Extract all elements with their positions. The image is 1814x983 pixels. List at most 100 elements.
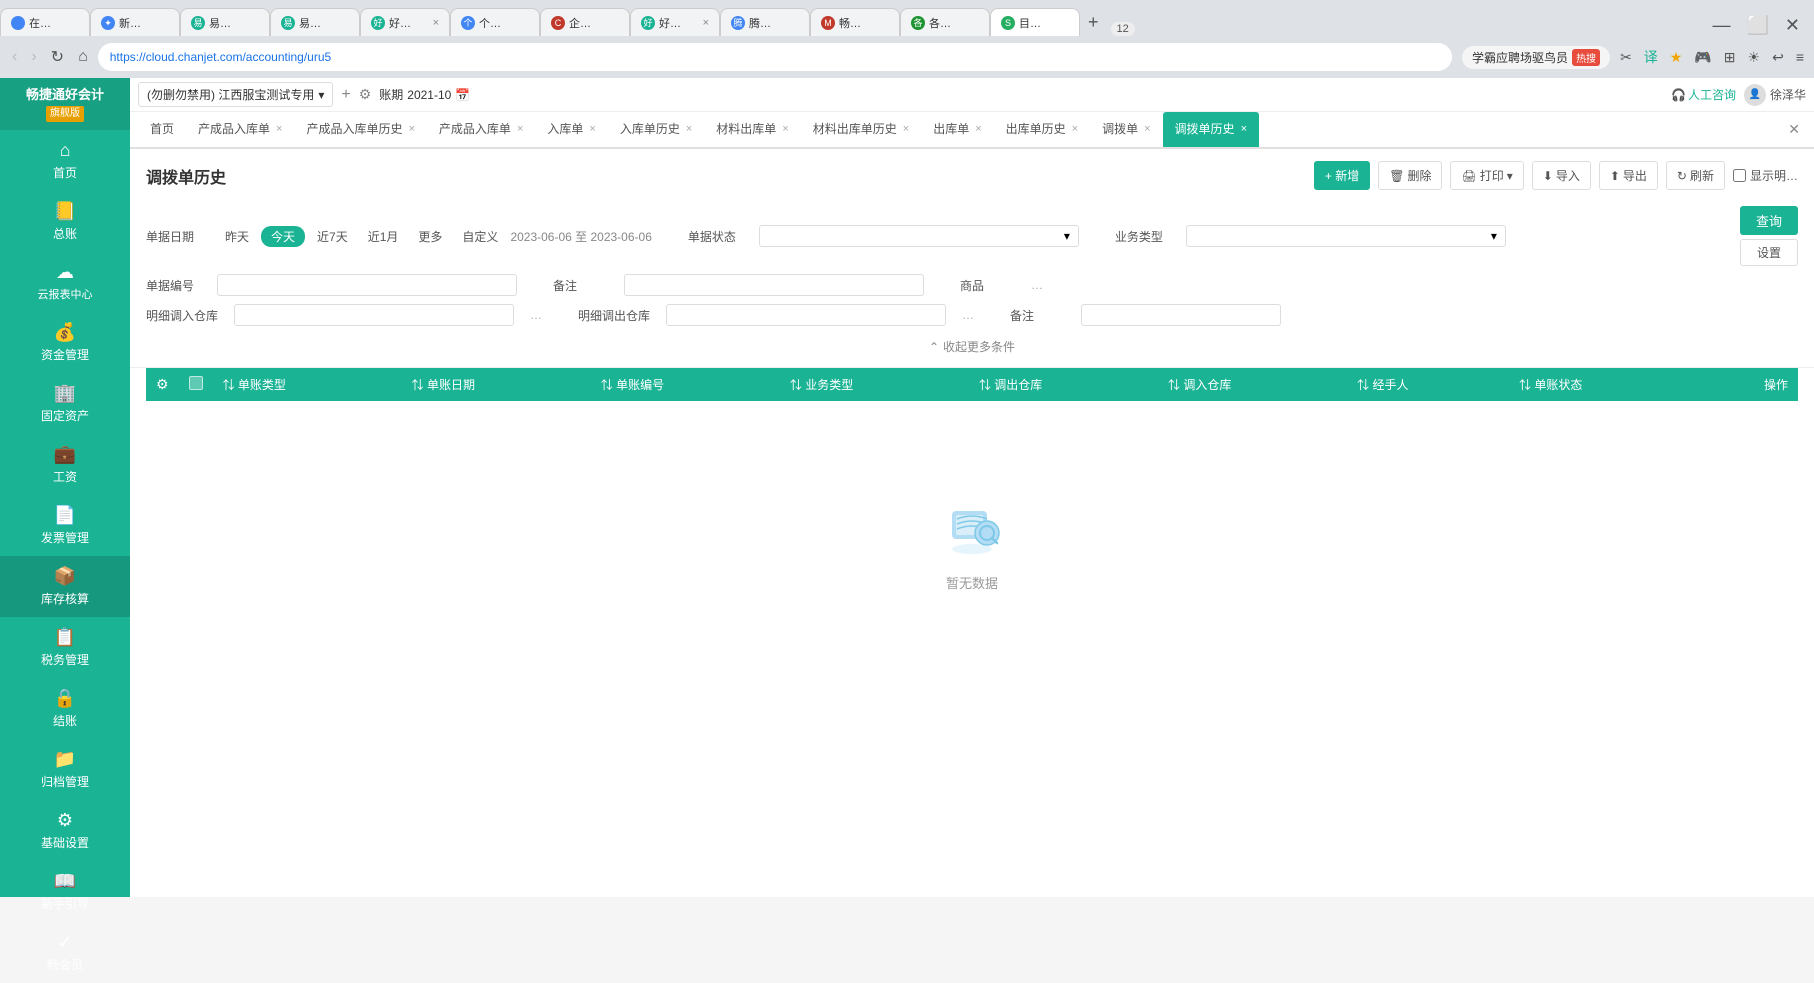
date-1month[interactable]: 近1月 [360,226,407,247]
th-status[interactable]: ⇅ 单账状态 [1509,368,1698,401]
detail-in-input[interactable] [234,304,514,326]
th-checkbox[interactable] [179,368,213,401]
browser-tab-12[interactable]: S 目… [990,8,1080,36]
back-button[interactable]: ‹ [8,46,21,68]
collapse-filter-button[interactable]: ⌃ 收起更多条件 [146,334,1798,359]
browser-tab-10[interactable]: M 畅… [810,8,900,36]
sidebar-item-wage[interactable]: 💼 工资 [0,434,130,495]
goods-picker-button[interactable]: … [1031,278,1043,292]
add-company-button[interactable]: + [341,86,350,104]
delete-button[interactable]: 🗑 删除 [1378,161,1442,190]
sidebar-item-closing[interactable]: 🔒 结账 [0,678,130,739]
print-button[interactable]: 🖨 打印 ▾ [1450,161,1523,190]
sidebar-item-cloud-report[interactable]: ☁ 云报表中心 [0,252,130,312]
select-all-checkbox[interactable] [189,376,203,390]
tab-product-in-2[interactable]: 产成品入库单 × [427,112,535,147]
date-7days[interactable]: 近7天 [309,226,356,247]
cut-icon[interactable]: ✂ [1618,47,1634,68]
tab-transfer[interactable]: 调拨单 × [1090,112,1162,147]
tab-stock-out[interactable]: 出库单 × [921,112,993,147]
translate-icon[interactable]: 译 [1642,45,1660,69]
tab-close-product-in-history[interactable]: × [408,123,414,135]
undo-icon[interactable]: ↩ [1770,47,1786,68]
sidebar-item-invoice[interactable]: 📄 发票管理 [0,495,130,556]
import-button[interactable]: ⬇ 导入 [1532,161,1591,190]
light-icon[interactable]: ☀ [1746,47,1763,68]
display-toggle-checkbox[interactable] [1733,169,1746,182]
new-tab-button[interactable]: + [1080,8,1107,36]
tab-product-in[interactable]: 产成品入库单 × [186,112,294,147]
new-button[interactable]: + 新增 [1314,161,1370,190]
sidebar-item-member[interactable]: ✓ 畅会员 [0,922,130,983]
sidebar-item-ledger[interactable]: 📒 总账 [0,191,130,252]
close-window-button[interactable]: ✕ [1779,15,1806,36]
th-settings[interactable]: ⚙ [146,368,179,401]
company-selector[interactable]: (勿删勿禁用) 江西服宝测试专用 ▾ [138,82,333,107]
tab-close-transfer-history[interactable]: × [1241,123,1247,135]
service-button[interactable]: 🎧 人工咨询 [1671,86,1736,103]
biz-type-dropdown[interactable]: ▾ [1186,225,1506,247]
export-button[interactable]: ⬆ 导出 [1599,161,1658,190]
user-info[interactable]: 👤 徐泽华 [1744,84,1806,106]
th-in-warehouse[interactable]: ⇅ 调入仓库 [1158,368,1347,401]
filter-settings-button[interactable]: 设置 [1740,239,1798,266]
th-type[interactable]: ⇅ 单账类型 [213,368,402,401]
sidebar-item-home[interactable]: ⌂ 首页 [0,130,130,191]
tab-home[interactable]: 首页 [138,112,186,147]
sidebar-item-guide[interactable]: 📖 新手引导 [0,861,130,922]
period-selector[interactable]: 账期 2021-10 📅 [379,86,470,103]
tab-stock-out-history[interactable]: 出库单历史 × [994,112,1090,147]
tab-stock-in-history[interactable]: 入库单历史 × [608,112,704,147]
browser-tab-2[interactable]: ✦ 新… [90,8,180,36]
voucher-no-input[interactable] [217,274,517,296]
settings-icon-topbar[interactable]: ⚙ [359,86,372,103]
tab-material-out-history[interactable]: 材料出库单历史 × [801,112,921,147]
detail-out-input[interactable] [666,304,946,326]
close-all-tabs-button[interactable]: ✕ [1782,117,1806,142]
browser-tab-7[interactable]: C 企… [540,8,630,36]
browser-tab-8[interactable]: 好 好… × [630,8,720,36]
browser-tab-3[interactable]: 易 易… [180,8,270,36]
note-input[interactable] [1081,304,1281,326]
forward-button[interactable]: › [27,46,40,68]
th-out-warehouse[interactable]: ⇅ 调出仓库 [969,368,1158,401]
th-no[interactable]: ⇅ 单账编号 [591,368,780,401]
menu-icon[interactable]: ≡ [1794,47,1806,67]
detail-out-picker[interactable]: … [962,308,974,322]
browser-tab-6[interactable]: 个 个… [450,8,540,36]
sidebar-logo[interactable]: 畅捷通好会计 旗舰版 [0,78,130,130]
sidebar-item-tax[interactable]: 📋 税务管理 [0,617,130,678]
home-button[interactable]: ⌂ [74,46,92,68]
browser-tab-1[interactable]: 在… [0,8,90,36]
tab-material-out[interactable]: 材料出库单 × [704,112,800,147]
browser-tab-4[interactable]: 易 易… [270,8,360,36]
address-input[interactable] [98,43,1452,71]
tab-product-in-history[interactable]: 产成品入库单历史 × [294,112,426,147]
date-today[interactable]: 今天 [261,226,305,247]
tab-close-product-in[interactable]: × [276,123,282,135]
query-button[interactable]: 查询 [1740,206,1798,235]
maximize-button[interactable]: ⬜ [1740,15,1774,36]
th-date[interactable]: ⇅ 单账日期 [402,368,591,401]
grid-icon[interactable]: ⊞ [1722,47,1738,68]
display-toggle[interactable]: 显示明… [1733,167,1798,184]
reload-button[interactable]: ↻ [47,45,68,69]
date-more[interactable]: 更多 [410,226,450,247]
status-dropdown[interactable]: ▾ [759,225,1079,247]
star-icon[interactable]: ★ [1668,47,1685,68]
sidebar-item-fixed-assets[interactable]: 🏢 固定资产 [0,373,130,434]
th-operator[interactable]: ⇅ 经手人 [1347,368,1509,401]
tab-close-product-in-2[interactable]: × [517,123,523,135]
date-custom[interactable]: 自定义 [454,226,506,247]
tab-transfer-history[interactable]: 调拨单历史 × [1163,112,1259,147]
tab-count[interactable]: 12 [1111,22,1135,36]
game-icon[interactable]: 🎮 [1692,47,1713,68]
detail-in-picker[interactable]: … [530,308,542,322]
tab-close-transfer[interactable]: × [1144,123,1150,135]
browser-tab-11[interactable]: 各 各… [900,8,990,36]
tab-close-stock-out-history[interactable]: × [1072,123,1078,135]
print-dropdown-icon[interactable]: ▾ [1507,169,1513,183]
tab-close-material-out-history[interactable]: × [903,123,909,135]
date-yesterday[interactable]: 昨天 [217,226,257,247]
browser-tab-9[interactable]: 腾 腾… [720,8,810,36]
